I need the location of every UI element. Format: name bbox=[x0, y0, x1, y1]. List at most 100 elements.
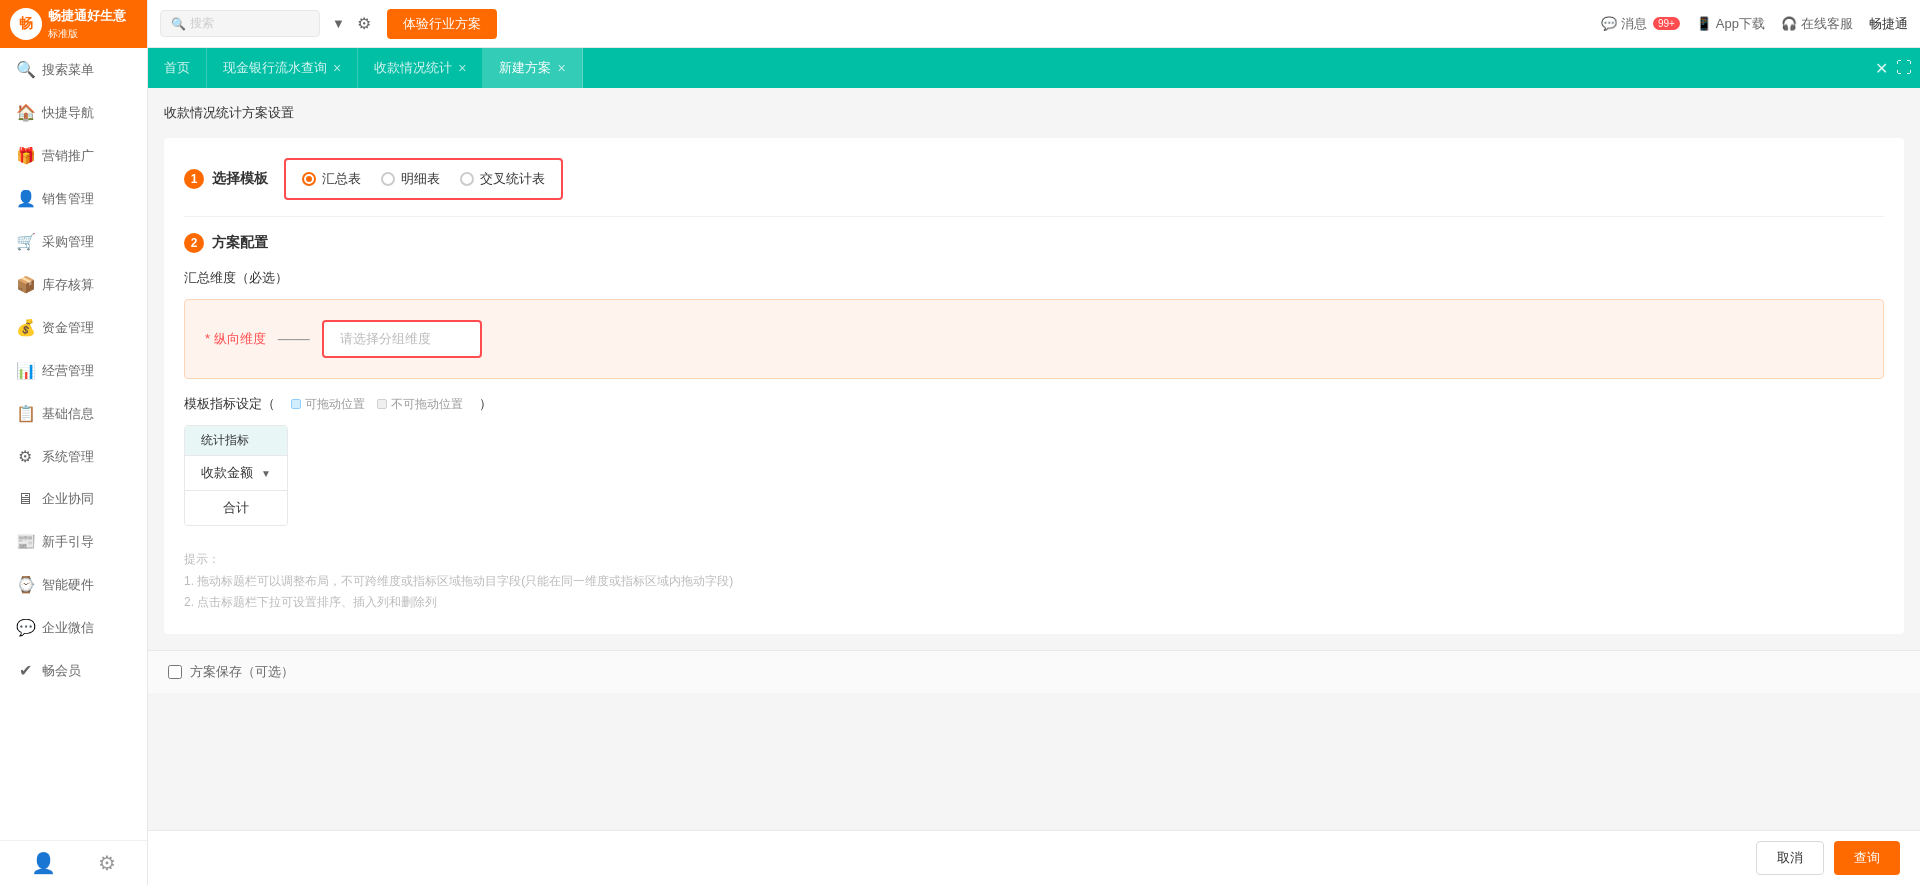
dimension-row: * 纵向维度 —— 请选择分组维度 bbox=[205, 320, 1863, 358]
header-gear-icon[interactable]: ⚙ bbox=[357, 14, 371, 33]
tip2: 2. 点击标题栏下拉可设置排序、插入列和删除列 bbox=[184, 592, 1884, 614]
sidebar-item-label: 企业微信 bbox=[42, 619, 94, 637]
sidebar-item-operations[interactable]: 📊 经营管理 bbox=[0, 349, 147, 392]
sidebar-item-wechat[interactable]: 💬 企业微信 bbox=[0, 606, 147, 649]
user-icon: 👤 bbox=[16, 189, 34, 208]
metrics-table-header-label: 统计指标 bbox=[201, 432, 249, 449]
sidebar-item-label: 智能硬件 bbox=[42, 576, 94, 594]
step2-title: 方案配置 bbox=[212, 234, 268, 252]
vertical-dimension-label: * 纵向维度 bbox=[205, 330, 266, 348]
box-icon: 📦 bbox=[16, 275, 34, 294]
tabs: 首页 现金银行流水查询 × 收款情况统计 × 新建方案 × ✕ ⛶ bbox=[148, 48, 1920, 88]
header-search[interactable]: 🔍 搜索 bbox=[160, 10, 320, 37]
money-icon: 💰 bbox=[16, 318, 34, 337]
tab-bank-flow-close[interactable]: × bbox=[333, 61, 341, 75]
template-selection-box: 汇总表 明细表 交叉统计表 bbox=[284, 158, 563, 200]
online-service-item[interactable]: 🎧 在线客服 bbox=[1781, 15, 1853, 33]
sidebar-item-label: 畅会员 bbox=[42, 662, 81, 680]
dimension-section-title: 汇总维度（必选） bbox=[184, 269, 1884, 287]
tab-bank-flow[interactable]: 现金银行流水查询 × bbox=[207, 48, 358, 88]
tabs-actions: ✕ ⛶ bbox=[1867, 48, 1920, 88]
cancel-button[interactable]: 取消 bbox=[1756, 841, 1824, 875]
notification-item[interactable]: 💬 消息 99+ bbox=[1601, 15, 1680, 33]
query-button[interactable]: 查询 bbox=[1834, 841, 1900, 875]
metrics-header: 模板指标设定（ 可拖动位置 不可拖动位置 bbox=[184, 395, 1884, 413]
tips-title: 提示： bbox=[184, 552, 220, 566]
dimension-select-placeholder: 请选择分组维度 bbox=[340, 331, 431, 346]
sidebar-item-purchase[interactable]: 🛒 采购管理 bbox=[0, 220, 147, 263]
sidebar-item-quick-nav[interactable]: 🏠 快捷导航 bbox=[0, 91, 147, 134]
dimension-select[interactable]: 请选择分组维度 bbox=[322, 320, 482, 358]
sidebar-item-label: 快捷导航 bbox=[42, 104, 94, 122]
main-card: 1 选择模板 汇总表 明细表 交叉统计表 bbox=[164, 138, 1904, 634]
footer: 方案保存（可选） bbox=[148, 650, 1920, 693]
legend-draggable-label: 可拖动位置 bbox=[305, 396, 365, 413]
watch-icon: ⌚ bbox=[16, 575, 34, 594]
gear-icon: ⚙ bbox=[16, 447, 34, 466]
radio-cross-circle bbox=[460, 172, 474, 186]
search-text: 搜索 bbox=[190, 15, 214, 32]
tab-maximize-icon[interactable]: ⛶ bbox=[1896, 59, 1912, 77]
sidebar-item-inventory[interactable]: 📦 库存核算 bbox=[0, 263, 147, 306]
service-icon: 🎧 bbox=[1781, 16, 1797, 31]
legend-fixed-label: 不可拖动位置 bbox=[391, 396, 463, 413]
sidebar-item-guide[interactable]: 📰 新手引导 bbox=[0, 520, 147, 563]
logo-icon: 畅 bbox=[10, 8, 42, 40]
tab-new-plan-close[interactable]: × bbox=[557, 61, 565, 75]
tab-collection-stats-close[interactable]: × bbox=[458, 61, 466, 75]
sidebar-item-enterprise[interactable]: 🖥 企业协同 bbox=[0, 478, 147, 520]
radio-summary-circle bbox=[302, 172, 316, 186]
newspaper-icon: 📰 bbox=[16, 532, 34, 551]
tab-collection-stats-label: 收款情况统计 bbox=[374, 59, 452, 77]
search-icon: 🔍 bbox=[171, 17, 186, 31]
tab-collection-stats[interactable]: 收款情况统计 × bbox=[358, 48, 483, 88]
sidebar-item-marketing[interactable]: 🎁 营销推广 bbox=[0, 134, 147, 177]
sidebar-bottom: 👤 ⚙ bbox=[0, 840, 147, 885]
trial-button[interactable]: 体验行业方案 bbox=[387, 9, 497, 39]
sidebar-item-member[interactable]: ✔ 畅会员 bbox=[0, 649, 147, 692]
legend-fixed: 不可拖动位置 bbox=[377, 396, 463, 413]
sidebar-item-system[interactable]: ⚙ 系统管理 bbox=[0, 435, 147, 478]
save-checkbox[interactable] bbox=[168, 665, 182, 679]
sidebar-item-label: 销售管理 bbox=[42, 190, 94, 208]
search-menu-icon: 🔍 bbox=[16, 60, 34, 79]
page-title: 收款情况统计方案设置 bbox=[164, 104, 1904, 122]
sidebar-item-hardware[interactable]: ⌚ 智能硬件 bbox=[0, 563, 147, 606]
metrics-table: 统计指标 收款金额 ▼ 合计 bbox=[184, 425, 288, 526]
radio-detail-label: 明细表 bbox=[401, 170, 440, 188]
sidebar-item-basic-info[interactable]: 📋 基础信息 bbox=[0, 392, 147, 435]
radio-summary[interactable]: 汇总表 bbox=[302, 170, 361, 188]
metrics-dropdown-arrow-icon: ▼ bbox=[261, 468, 271, 479]
header-dropdown[interactable]: ▼ bbox=[332, 16, 345, 31]
tab-minimize-icon[interactable]: ✕ bbox=[1875, 59, 1888, 78]
sidebar-item-label: 新手引导 bbox=[42, 533, 94, 551]
chart-icon: 📊 bbox=[16, 361, 34, 380]
sidebar-item-label: 基础信息 bbox=[42, 405, 94, 423]
home-icon: 🏠 bbox=[16, 103, 34, 122]
check-icon: ✔ bbox=[16, 661, 34, 680]
logo-title: 畅捷通好生意 bbox=[48, 7, 126, 25]
sidebar-item-search-menu[interactable]: 🔍 搜索菜单 bbox=[0, 48, 147, 91]
metrics-table-header: 统计指标 bbox=[185, 426, 287, 455]
sidebar-item-finance[interactable]: 💰 资金管理 bbox=[0, 306, 147, 349]
radio-cross-label: 交叉统计表 bbox=[480, 170, 545, 188]
radio-detail[interactable]: 明细表 bbox=[381, 170, 440, 188]
notification-badge: 99+ bbox=[1653, 17, 1680, 30]
bottom-bar: 取消 查询 bbox=[148, 830, 1920, 885]
sidebar-item-label: 系统管理 bbox=[42, 448, 94, 466]
tab-new-plan[interactable]: 新建方案 × bbox=[483, 48, 582, 88]
sidebar-item-sales[interactable]: 👤 销售管理 bbox=[0, 177, 147, 220]
radio-cross[interactable]: 交叉统计表 bbox=[460, 170, 545, 188]
sidebar-item-label: 库存核算 bbox=[42, 276, 94, 294]
sidebar-bottom-btn-left[interactable]: 👤 bbox=[31, 851, 56, 875]
metrics-table-cell-collection[interactable]: 收款金额 ▼ bbox=[185, 455, 287, 490]
sidebar-bottom-btn-right[interactable]: ⚙ bbox=[98, 851, 116, 875]
tab-home[interactable]: 首页 bbox=[148, 48, 207, 88]
app-download-item[interactable]: 📱 App下载 bbox=[1696, 15, 1765, 33]
metrics-cell-total-label: 合计 bbox=[223, 500, 249, 515]
metrics-title-suffix: ） bbox=[479, 395, 492, 413]
draggable-dot bbox=[291, 399, 301, 409]
metrics-title-text: 模板指标设定（ bbox=[184, 395, 275, 413]
clipboard-icon: 📋 bbox=[16, 404, 34, 423]
header: 🔍 搜索 ▼ ⚙ 体验行业方案 💬 消息 99+ 📱 App下载 🎧 在线客服 … bbox=[148, 0, 1920, 48]
